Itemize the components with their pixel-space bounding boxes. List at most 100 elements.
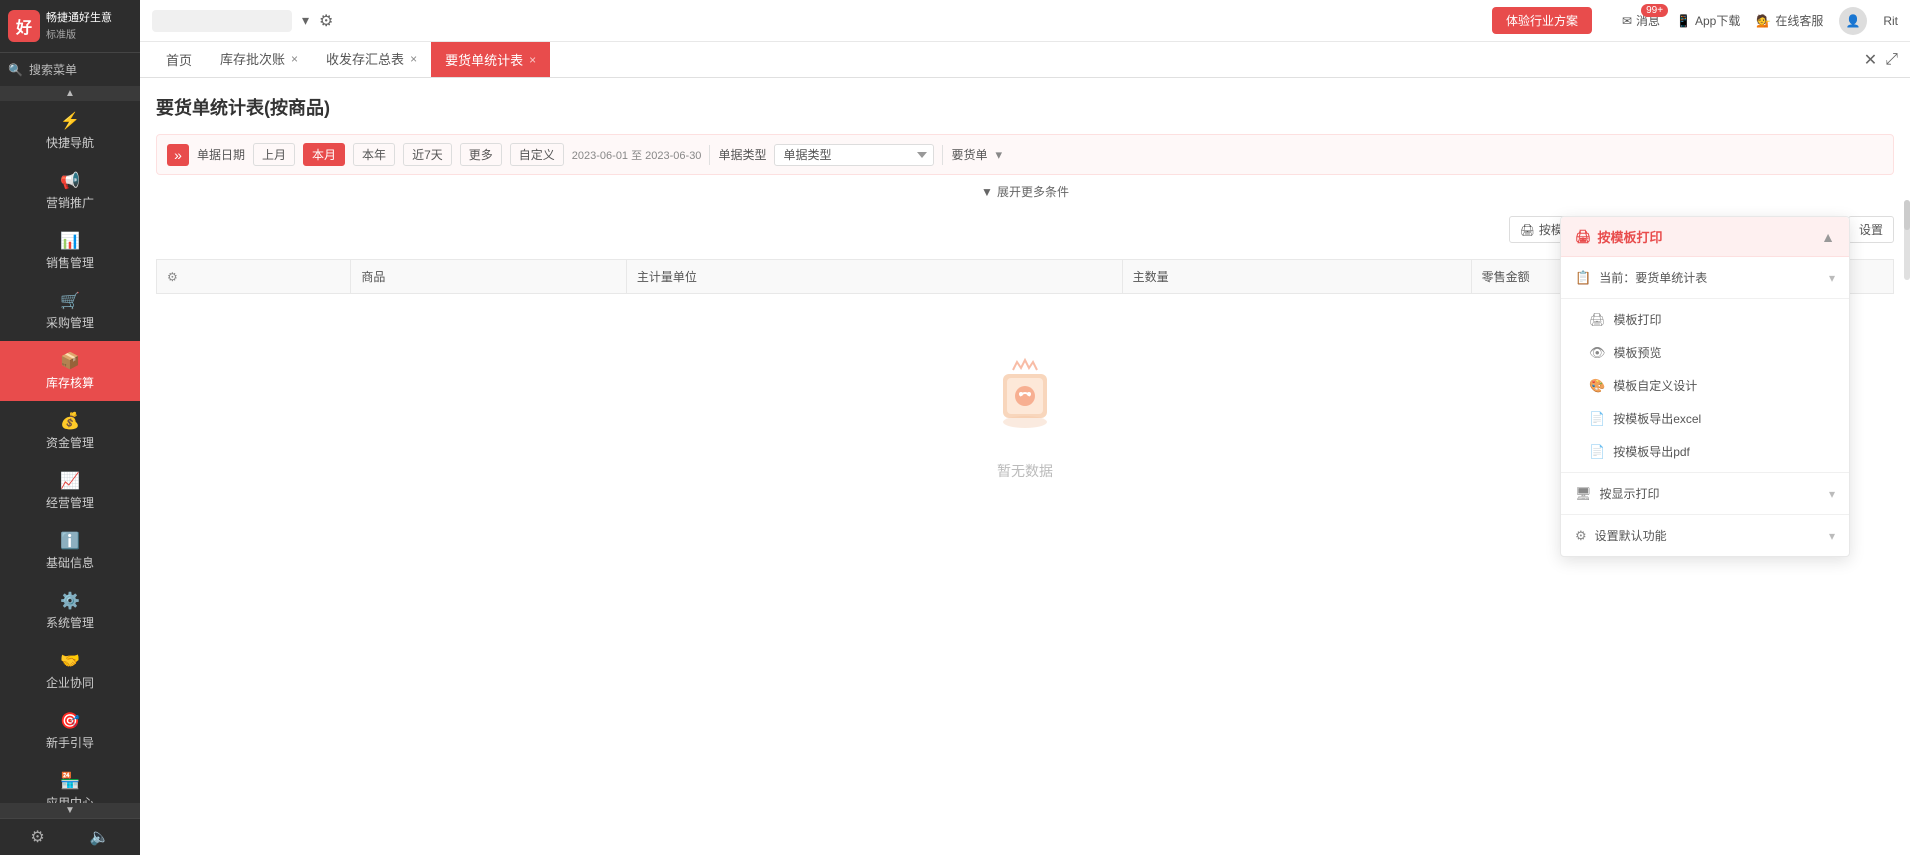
sidebar-item-label: 营销推广 xyxy=(46,194,94,211)
tab-close-batch[interactable]: × xyxy=(291,52,298,66)
sidebar-item-label: 系统管理 xyxy=(46,614,94,631)
date-btn-last-month[interactable]: 上月 xyxy=(253,143,295,166)
settings-config-btn[interactable]: 设置 xyxy=(1848,216,1894,243)
tabs-bar: 首页 库存批次账 × 收发存汇总表 × 要货单统计表 × ✕ ⤢ xyxy=(140,42,1910,78)
messages-btn[interactable]: ✉ 消息 99+ xyxy=(1622,12,1660,29)
sidebar-item-finance[interactable]: 💰 资金管理 xyxy=(0,401,140,461)
sidebar-item-label: 企业协同 xyxy=(46,674,94,691)
tab-batch-account[interactable]: 库存批次账 × xyxy=(206,42,312,77)
filter-divider xyxy=(709,145,710,165)
template-print-icon: 🖨 xyxy=(1589,312,1606,328)
tabs-right: ✕ ⤢ xyxy=(1864,50,1898,70)
export-excel-icon: 📄 xyxy=(1589,411,1605,427)
date-btn-custom[interactable]: 自定义 xyxy=(510,143,564,166)
template-design-label: 模板自定义设计 xyxy=(1613,377,1697,394)
default-func-label: 设置默认功能 xyxy=(1595,527,1667,544)
settings-config-btn-label: 设置 xyxy=(1859,221,1883,238)
sidebar-item-collab[interactable]: 🤝 企业协同 xyxy=(0,641,140,701)
default-func-arrow: ▾ xyxy=(1829,529,1835,543)
expand-more-label: 展开更多条件 xyxy=(997,183,1069,200)
topbar-gear-icon[interactable]: ⚙ xyxy=(319,11,333,31)
sidebar-item-label: 资金管理 xyxy=(46,434,94,451)
expand-more-icon: ▼ xyxy=(981,185,993,199)
speaker-icon[interactable]: 🔈 xyxy=(90,827,110,847)
window-close-btn[interactable]: ✕ xyxy=(1864,50,1877,70)
sidebar-item-operations[interactable]: 📈 经营管理 xyxy=(0,461,140,521)
dropdown-template-print[interactable]: 🖨 模板打印 xyxy=(1561,303,1849,336)
trial-button[interactable]: 体验行业方案 xyxy=(1492,7,1592,34)
col-settings[interactable]: ⚙ xyxy=(157,260,351,294)
dropdown-print-section: 🖨 模板打印 👁 模板预览 🎨 模板自定义设计 📄 按模板导出excel 📄 xyxy=(1561,299,1849,473)
tab-label: 库存批次账 xyxy=(220,49,285,68)
dropdown-template-export-pdf[interactable]: 📄 按模板导出pdf xyxy=(1561,435,1849,468)
expand-more-container: ▼ 展开更多条件 xyxy=(156,183,1894,200)
collab-icon: 🤝 xyxy=(60,651,80,671)
avatar[interactable]: 👤 xyxy=(1839,7,1867,35)
type-select[interactable]: 单据类型 xyxy=(774,144,934,166)
dropdown-template-design[interactable]: 🎨 模板自定义设计 xyxy=(1561,369,1849,402)
sidebar-item-label: 经营管理 xyxy=(46,494,94,511)
dropdown-current-item[interactable]: 📋 当前：要货单统计表 ▾ xyxy=(1561,261,1849,294)
sidebar-item-guide[interactable]: 🎯 新手引导 xyxy=(0,701,140,761)
marketing-icon: 📢 xyxy=(60,171,80,191)
tab-home[interactable]: 首页 xyxy=(152,42,206,77)
sidebar-item-marketing[interactable]: 📢 营销推广 xyxy=(0,161,140,221)
sidebar-item-system[interactable]: ⚙️ 系统管理 xyxy=(0,581,140,641)
tab-close-receipt[interactable]: × xyxy=(410,52,417,66)
dropdown-template-preview[interactable]: 👁 模板预览 xyxy=(1561,336,1849,369)
window-expand-btn[interactable]: ⤢ xyxy=(1885,51,1898,69)
logo-icon: 好 xyxy=(8,10,40,42)
app-logo: 好 畅捷通好生意 标准版 xyxy=(0,0,140,53)
sidebar-item-label: 采购管理 xyxy=(46,314,94,331)
sidebar-item-inventory[interactable]: 📦 库存核算 xyxy=(0,341,140,401)
purchase-icon: 🛒 xyxy=(60,291,80,311)
online-service-btn[interactable]: 💁 在线客服 xyxy=(1756,12,1823,29)
yaohuo-dropdown[interactable]: ▾ xyxy=(995,147,1002,163)
sidebar-nav: ⚡ 快捷导航 📢 营销推广 📊 销售管理 🛒 采购管理 📦 库存核算 💰 资金管… xyxy=(0,101,140,803)
search-menu[interactable]: 🔍 搜索菜单 xyxy=(0,53,140,86)
print-icon: 🖨 xyxy=(1520,223,1535,237)
dropdown-display-print[interactable]: 🖥 按显示打印 ▾ xyxy=(1561,477,1849,510)
basics-icon: ℹ️ xyxy=(60,531,80,551)
filter-expand-btn[interactable]: » xyxy=(167,144,189,166)
tab-order-stats[interactable]: 要货单统计表 × xyxy=(431,42,550,77)
sidebar-item-purchase[interactable]: 🛒 采购管理 xyxy=(0,281,140,341)
app-download-label: App下载 xyxy=(1695,12,1740,29)
system-icon: ⚙️ xyxy=(60,591,80,611)
operations-icon: 📈 xyxy=(60,471,80,491)
sidebar-item-appstore[interactable]: 🏪 应用中心 xyxy=(0,761,140,803)
sidebar: 好 畅捷通好生意 标准版 🔍 搜索菜单 ▲ ⚡ 快捷导航 📢 营销推广 📊 销售… xyxy=(0,0,140,855)
export-pdf-icon: 📄 xyxy=(1589,444,1605,460)
settings-icon[interactable]: ⚙ xyxy=(30,827,44,847)
sales-icon: 📊 xyxy=(60,231,80,251)
tab-label: 要货单统计表 xyxy=(445,50,523,69)
table-settings-icon[interactable]: ⚙ xyxy=(167,270,178,284)
sidebar-item-quick-nav[interactable]: ⚡ 快捷导航 xyxy=(0,101,140,161)
scrollbar-thumb xyxy=(1904,200,1910,230)
print-dropdown: 🖨 按模板打印 ▲ 📋 当前：要货单统计表 ▾ 🖨 模板打印 👁 xyxy=(1560,216,1850,557)
right-scrollbar[interactable] xyxy=(1904,200,1910,280)
date-btn-this-month[interactable]: 本月 xyxy=(303,143,345,166)
online-service-label: 在线客服 xyxy=(1775,12,1823,29)
dropdown-default-func[interactable]: ⚙ 设置默认功能 ▾ xyxy=(1561,519,1849,552)
dropdown-template-export-excel[interactable]: 📄 按模板导出excel xyxy=(1561,402,1849,435)
sidebar-item-basics[interactable]: ℹ️ 基础信息 xyxy=(0,521,140,581)
filter-bar: » 单据日期 上月 本月 本年 近7天 更多 自定义 2023-06-01 至 … xyxy=(156,134,1894,175)
topbar-search-input[interactable] xyxy=(152,10,292,32)
topbar-dropdown-btn[interactable]: ▾ xyxy=(302,12,309,29)
tab-receipt-summary[interactable]: 收发存汇总表 × xyxy=(312,42,431,77)
default-func-icon: ⚙ xyxy=(1575,528,1587,544)
main-area: ▾ ⚙ 体验行业方案 ✉ 消息 99+ 📱 App下载 💁 在线客服 👤 Rit… xyxy=(140,0,1910,855)
date-btn-this-year[interactable]: 本年 xyxy=(353,143,395,166)
app-edition: 标准版 xyxy=(46,26,112,41)
expand-more-btn[interactable]: ▼ 展开更多条件 xyxy=(981,183,1069,200)
sidebar-scroll-down[interactable]: ▼ xyxy=(0,803,140,818)
app-download-btn[interactable]: 📱 App下载 xyxy=(1676,12,1740,29)
date-btn-7days[interactable]: 近7天 xyxy=(403,143,452,166)
print-dropdown-close-btn[interactable]: ▲ xyxy=(1821,229,1835,245)
tab-close-order[interactable]: × xyxy=(529,53,536,67)
date-btn-more[interactable]: 更多 xyxy=(460,143,502,166)
sidebar-item-sales[interactable]: 📊 销售管理 xyxy=(0,221,140,281)
sidebar-scroll-up[interactable]: ▲ xyxy=(0,86,140,101)
appstore-icon: 🏪 xyxy=(60,771,80,791)
